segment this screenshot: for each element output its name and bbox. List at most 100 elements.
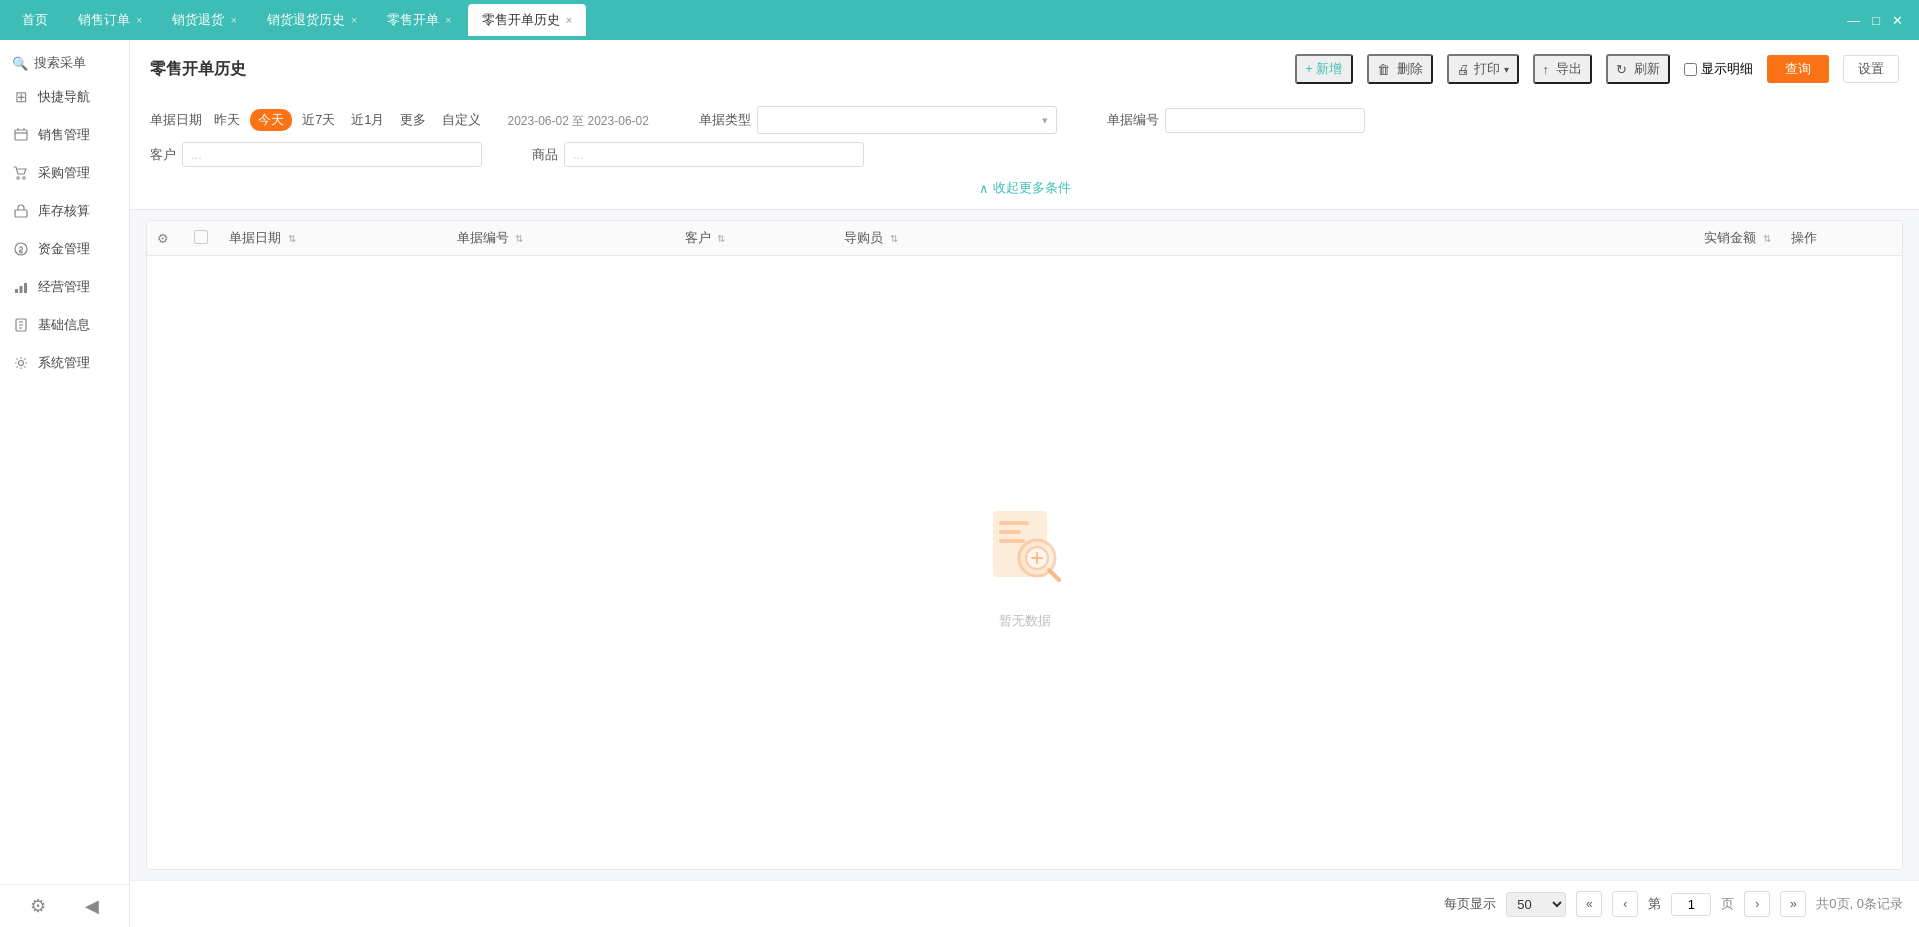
setting-button[interactable]: 设置 bbox=[1843, 55, 1899, 83]
th-salesperson: 导购员 ⇅ bbox=[834, 221, 1028, 256]
collapse-icon: ∧ bbox=[979, 181, 989, 196]
close-tab-sales-return-history[interactable]: × bbox=[351, 14, 357, 26]
window-controls: — □ ✕ bbox=[1847, 13, 1911, 28]
next-page-btn[interactable]: › bbox=[1744, 891, 1770, 917]
close-tab-sales-order[interactable]: × bbox=[136, 14, 142, 26]
sidebar-bottom: ⚙ ◀ bbox=[0, 884, 129, 927]
sort-customer-icon[interactable]: ⇅ bbox=[717, 233, 725, 244]
svg-rect-8 bbox=[15, 289, 18, 293]
svg-line-22 bbox=[1049, 570, 1059, 580]
close-tab-retail-open-history[interactable]: × bbox=[566, 14, 572, 26]
data-table: ⚙ 单据日期 ⇅ 单据编号 ⇅ bbox=[147, 221, 1902, 256]
th-settings: ⚙ bbox=[147, 221, 183, 256]
table-settings-icon[interactable]: ⚙ bbox=[157, 231, 169, 246]
sidebar-search[interactable]: 🔍 搜索采单 bbox=[0, 48, 129, 78]
date-range-text: 2023-06-02 至 2023-06-02 bbox=[507, 113, 648, 130]
display-detail-checkbox[interactable] bbox=[1684, 63, 1697, 76]
page-size-select[interactable]: 50 20 100 200 bbox=[1506, 892, 1566, 917]
page-label-post: 页 bbox=[1721, 895, 1734, 913]
filter-area: 单据日期 昨天 今天 近7天 近1月 更多 自定义 2023-06-02 至 2… bbox=[150, 96, 1899, 209]
th-amount: 实销金额 ⇅ bbox=[1553, 221, 1781, 256]
query-button[interactable]: 查询 bbox=[1767, 55, 1829, 83]
tab-bar: 首页 销售订单 × 销货退货 × 销货退货历史 × 零售开单 × 零售开单历史 … bbox=[8, 4, 1847, 36]
sidebar-item-purchase-mgmt[interactable]: 采购管理 bbox=[0, 154, 129, 192]
sidebar-item-operations[interactable]: 经营管理 bbox=[0, 268, 129, 306]
date-tab-yesterday[interactable]: 昨天 bbox=[208, 109, 246, 131]
th-customer: 客户 ⇅ bbox=[675, 221, 834, 256]
th-checkbox bbox=[183, 221, 219, 256]
export-button[interactable]: ↑导出 bbox=[1533, 54, 1593, 84]
th-spacer bbox=[1027, 221, 1553, 256]
last-page-btn[interactable]: » bbox=[1780, 891, 1806, 917]
sort-date-icon[interactable]: ⇅ bbox=[288, 233, 296, 244]
sales-mgmt-icon bbox=[12, 126, 30, 144]
system-icon bbox=[12, 354, 30, 372]
purchase-mgmt-icon bbox=[12, 164, 30, 182]
content-area: 零售开单历史 + 新增 🗑删除 🖨 打印 ▾ ↑导出 ↻刷新 显示明细 bbox=[130, 40, 1919, 927]
delete-button[interactable]: 🗑删除 bbox=[1367, 54, 1433, 84]
sort-salesperson-icon[interactable]: ⇅ bbox=[890, 233, 898, 244]
close-tab-sales-return[interactable]: × bbox=[230, 14, 236, 26]
date-tab-custom[interactable]: 自定义 bbox=[436, 109, 487, 131]
settings-bottom-btn[interactable]: ⚙ bbox=[30, 895, 46, 917]
print-icon: 🖨 bbox=[1457, 62, 1470, 77]
tab-home[interactable]: 首页 bbox=[8, 4, 62, 36]
close-tab-retail-open[interactable]: × bbox=[445, 14, 451, 26]
operations-icon bbox=[12, 278, 30, 296]
sidebar-item-basic-info[interactable]: 基础信息 bbox=[0, 306, 129, 344]
svg-point-5 bbox=[23, 177, 25, 179]
page-number-input[interactable] bbox=[1671, 893, 1711, 916]
tab-sales-order[interactable]: 销售订单 × bbox=[64, 4, 156, 36]
search-icon: 🔍 bbox=[12, 56, 28, 71]
tab-retail-open[interactable]: 零售开单 × bbox=[373, 4, 465, 36]
svg-rect-9 bbox=[20, 286, 23, 293]
empty-state: 暂无数据 bbox=[147, 256, 1902, 869]
chevron-down-icon: ▾ bbox=[1042, 114, 1048, 127]
svg-rect-10 bbox=[24, 283, 27, 293]
goods-select[interactable]: ... bbox=[564, 142, 864, 167]
minimize-btn[interactable]: — bbox=[1847, 13, 1860, 28]
tab-retail-open-history[interactable]: 零售开单历史 × bbox=[468, 4, 586, 36]
close-btn[interactable]: ✕ bbox=[1892, 13, 1903, 28]
sort-no-icon[interactable]: ⇅ bbox=[515, 233, 523, 244]
page-header: 零售开单历史 + 新增 🗑删除 🖨 打印 ▾ ↑导出 ↻刷新 显示明细 bbox=[130, 40, 1919, 210]
sidebar-item-system[interactable]: 系统管理 bbox=[0, 344, 129, 382]
delete-icon: 🗑 bbox=[1377, 62, 1390, 77]
collapse-conditions[interactable]: ∧ 收起更多条件 bbox=[150, 175, 1899, 201]
display-detail-toggle[interactable]: 显示明细 bbox=[1684, 60, 1753, 78]
maximize-btn[interactable]: □ bbox=[1872, 13, 1880, 28]
refresh-button[interactable]: ↻刷新 bbox=[1606, 54, 1670, 84]
doc-no-input[interactable] bbox=[1165, 108, 1365, 133]
finance-icon bbox=[12, 240, 30, 258]
date-tab-7days[interactable]: 近7天 bbox=[296, 109, 341, 131]
prev-page-btn[interactable]: ‹ bbox=[1612, 891, 1638, 917]
svg-point-15 bbox=[19, 361, 24, 366]
collapse-sidebar-btn[interactable]: ◀ bbox=[85, 895, 99, 917]
date-tab-more[interactable]: 更多 bbox=[394, 109, 432, 131]
date-tab-1month[interactable]: 近1月 bbox=[345, 109, 390, 131]
svg-rect-0 bbox=[15, 130, 27, 140]
svg-rect-17 bbox=[999, 521, 1029, 525]
th-date: 单据日期 ⇅ bbox=[219, 221, 447, 256]
customer-select[interactable]: ... bbox=[182, 142, 482, 167]
page-title: 零售开单历史 bbox=[150, 59, 246, 80]
add-button[interactable]: + 新增 bbox=[1295, 54, 1352, 84]
sidebar-item-finance[interactable]: 资金管理 bbox=[0, 230, 129, 268]
select-all-checkbox[interactable] bbox=[194, 230, 208, 244]
svg-rect-6 bbox=[15, 210, 27, 217]
print-button[interactable]: 🖨 打印 ▾ bbox=[1447, 54, 1519, 84]
sidebar-item-quick-nav[interactable]: ⊞ 快捷导航 bbox=[0, 78, 129, 116]
sidebar-item-inventory[interactable]: 库存核算 bbox=[0, 192, 129, 230]
svg-point-4 bbox=[17, 177, 19, 179]
quick-nav-icon: ⊞ bbox=[12, 88, 30, 106]
toolbar-actions: + 新增 🗑删除 🖨 打印 ▾ ↑导出 ↻刷新 显示明细 查询 设置 bbox=[1295, 54, 1899, 84]
sort-amount-icon[interactable]: ⇅ bbox=[1763, 233, 1771, 244]
tab-sales-return[interactable]: 销货退货 × bbox=[158, 4, 250, 36]
sidebar-item-sales-mgmt[interactable]: 销售管理 bbox=[0, 116, 129, 154]
doc-type-select[interactable]: ▾ bbox=[757, 106, 1057, 134]
tab-sales-return-history[interactable]: 销货退货历史 × bbox=[253, 4, 371, 36]
empty-illustration bbox=[975, 496, 1075, 596]
doc-no-filter: 单据编号 bbox=[1107, 108, 1365, 133]
first-page-btn[interactable]: « bbox=[1576, 891, 1602, 917]
date-tab-today[interactable]: 今天 bbox=[250, 109, 292, 131]
